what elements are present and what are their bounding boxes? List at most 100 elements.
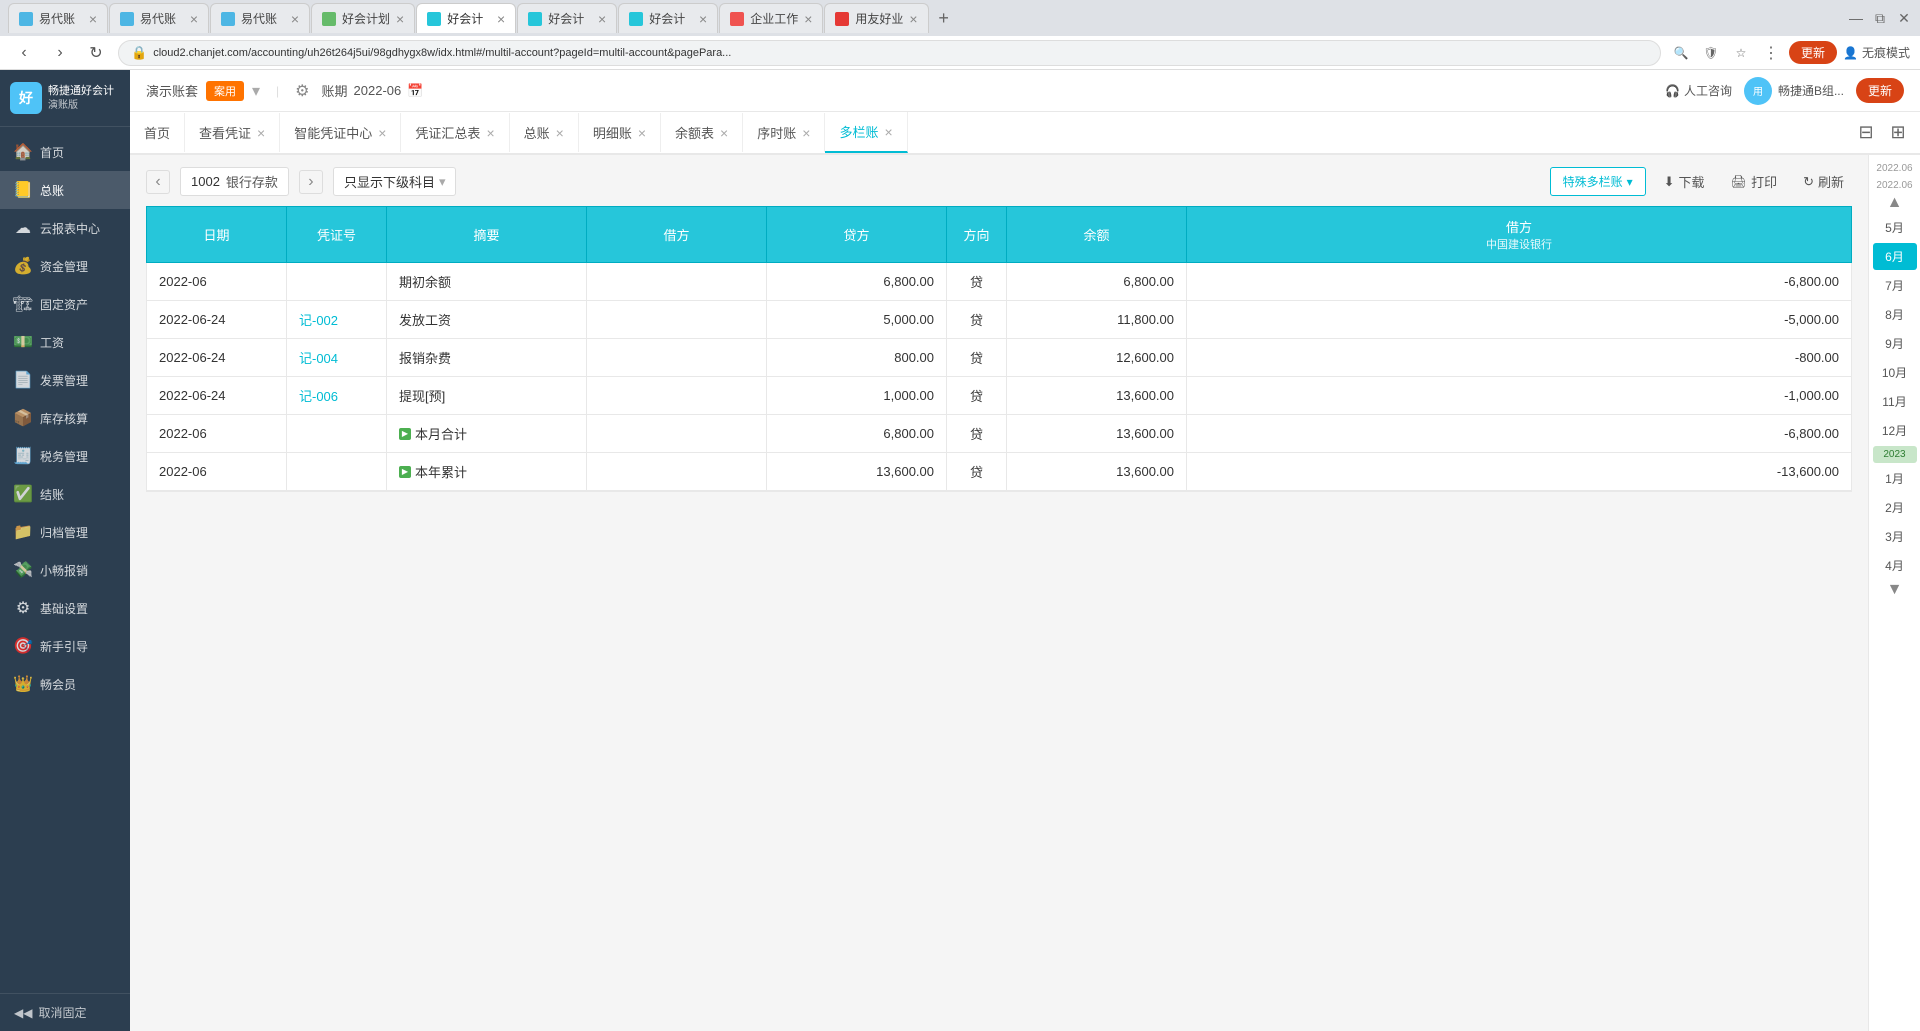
voucher-link-2[interactable]: 记-004	[299, 351, 338, 366]
shield-icon[interactable]: 🛡	[1699, 41, 1723, 65]
tab-haohuiji-6[interactable]: 好会计 ×	[517, 3, 617, 33]
page-tab-multi-col-close[interactable]: ×	[884, 124, 892, 140]
browser-update-button[interactable]: 更新	[1789, 41, 1837, 64]
tab-close-2[interactable]: ×	[190, 11, 198, 27]
month-nav-scroll-up[interactable]: ▲	[1873, 193, 1917, 213]
tab-haohuiji-7[interactable]: 好会计 ×	[618, 3, 718, 33]
sidebar-item-invoice[interactable]: 📄 发票管理	[0, 361, 130, 399]
expand-panel-button[interactable]: ⊞	[1884, 119, 1912, 147]
page-tab-multi-col[interactable]: 多栏账 ×	[825, 112, 907, 153]
sidebar-item-inventory[interactable]: 📦 库存核算	[0, 399, 130, 437]
month-nav-item-8[interactable]: 8月	[1873, 301, 1917, 328]
month-nav-item-10[interactable]: 10月	[1873, 359, 1917, 386]
sidebar-item-funds[interactable]: 💰 资金管理	[0, 247, 130, 285]
page-tab-voucher-summary-close[interactable]: ×	[486, 125, 494, 141]
restore-button[interactable]: ⧉	[1872, 10, 1888, 26]
page-tab-home[interactable]: 首页	[130, 113, 185, 152]
sidebar-item-guide[interactable]: 🎯 新手引导	[0, 627, 130, 665]
month-nav-item-11[interactable]: 11月	[1873, 388, 1917, 415]
page-tab-smart-voucher-close[interactable]: ×	[378, 125, 386, 141]
minimize-button[interactable]: —	[1848, 10, 1864, 26]
tab-haohuiji-5[interactable]: 好会计 ×	[416, 3, 516, 33]
month-nav-item-9[interactable]: 9月	[1873, 330, 1917, 357]
page-tab-general-ledger-close[interactable]: ×	[556, 125, 564, 141]
tab-yidaizhang-1[interactable]: 易代账 ×	[8, 3, 108, 33]
tab-close-4[interactable]: ×	[396, 11, 404, 27]
month-nav-item-5[interactable]: 5月	[1873, 214, 1917, 241]
tab-close-5[interactable]: ×	[497, 11, 505, 27]
tab-yidaizhang-2[interactable]: 易代账 ×	[109, 3, 209, 33]
voucher-link-1[interactable]: 记-002	[299, 313, 338, 328]
dropdown-arrow-icon[interactable]: ▾	[252, 81, 260, 101]
page-tab-smart-voucher[interactable]: 智能凭证中心 ×	[280, 113, 401, 152]
sidebar-item-fixed-assets[interactable]: 🏗 固定资产	[0, 285, 130, 323]
back-button[interactable]: ‹	[10, 39, 38, 67]
refresh-button[interactable]: ↻ 刷新	[1795, 168, 1852, 195]
download-button[interactable]: ⬇ 下载	[1656, 168, 1713, 195]
multi-col-button[interactable]: 特殊多栏账 ▾	[1550, 167, 1646, 196]
url-bar[interactable]: 🔒 cloud2.chanjet.com/accounting/uh26t264…	[118, 40, 1661, 66]
new-tab-button[interactable]: +	[930, 4, 958, 32]
star-icon[interactable]: ☆	[1729, 41, 1753, 65]
tab-yonyou-9[interactable]: 用友好业 ×	[824, 3, 928, 33]
tab-enterprise-8[interactable]: 企业工作 ×	[719, 3, 823, 33]
app-update-button[interactable]: 更新	[1856, 78, 1904, 103]
calendar-icon[interactable]: 📅	[407, 83, 423, 99]
reports-icon: ☁	[14, 219, 32, 237]
page-tab-chronological-close[interactable]: ×	[802, 125, 810, 141]
page-tab-voucher-summary[interactable]: 凭证汇总表 ×	[401, 113, 509, 152]
tab-close-3[interactable]: ×	[291, 11, 299, 27]
tab-close-9[interactable]: ×	[909, 11, 917, 27]
browser-menu-icon[interactable]: ⋮	[1759, 41, 1783, 65]
collapse-panel-button[interactable]: ⊟	[1852, 119, 1880, 147]
tab-close-8[interactable]: ×	[804, 11, 812, 27]
page-tab-voucher[interactable]: 查看凭证 ×	[185, 113, 280, 152]
month-nav-item-2[interactable]: 2月	[1873, 494, 1917, 521]
sidebar-item-reports[interactable]: ☁ 云报表中心	[0, 209, 130, 247]
print-button[interactable]: 🖨 打印	[1723, 168, 1786, 195]
close-window-button[interactable]: ✕	[1896, 10, 1912, 26]
consult-button[interactable]: 🎧 人工咨询	[1665, 82, 1732, 99]
month-nav-item-3[interactable]: 3月	[1873, 523, 1917, 550]
page-tab-chronological[interactable]: 序时账 ×	[743, 113, 825, 152]
reload-button[interactable]: ↻	[82, 39, 110, 67]
page-tab-detail-ledger-close[interactable]: ×	[638, 125, 646, 141]
page-tab-balance[interactable]: 余额表 ×	[661, 113, 743, 152]
prev-account-button[interactable]: ‹	[146, 170, 170, 194]
sidebar-item-home[interactable]: 🏠 首页	[0, 133, 130, 171]
wuphen-mode[interactable]: 👤 无痕模式	[1843, 44, 1910, 61]
month-nav-item-1[interactable]: 1月	[1873, 465, 1917, 492]
tab-close-6[interactable]: ×	[598, 11, 606, 27]
sidebar-item-settings[interactable]: ⚙ 基础设置	[0, 589, 130, 627]
sidebar-item-payroll[interactable]: 💵 工资	[0, 323, 130, 361]
month-nav-item-7[interactable]: 7月	[1873, 272, 1917, 299]
search-icon[interactable]: 🔍	[1669, 41, 1693, 65]
tab-close-7[interactable]: ×	[699, 11, 707, 27]
sidebar-item-tax[interactable]: 🧾 税务管理	[0, 437, 130, 475]
settings-gear-icon[interactable]: ⚙	[295, 81, 309, 101]
tab-haohuiji-4[interactable]: 好会计划 ×	[311, 3, 415, 33]
month-nav-item-6[interactable]: 6月	[1873, 243, 1917, 270]
month-nav-item-12[interactable]: 12月	[1873, 417, 1917, 444]
tab-yidaizhang-3[interactable]: 易代账 ×	[210, 3, 310, 33]
sidebar-item-ledger[interactable]: 📒 总账	[0, 171, 130, 209]
summary-dot-monthly: ▶	[399, 428, 411, 440]
page-tab-voucher-close[interactable]: ×	[257, 125, 265, 141]
filter-dropdown[interactable]: 只显示下级科目 ▾	[333, 167, 457, 196]
page-tab-balance-close[interactable]: ×	[720, 125, 728, 141]
next-account-button[interactable]: ›	[299, 170, 323, 194]
sidebar-item-archive[interactable]: 📁 归档管理	[0, 513, 130, 551]
sidebar-unpin-button[interactable]: ◀◀ 取消固定	[0, 993, 130, 1031]
month-nav-item-4[interactable]: 4月	[1873, 552, 1917, 579]
voucher-link-3[interactable]: 记-006	[299, 389, 338, 404]
horizontal-scrollbar[interactable]	[146, 491, 1852, 503]
page-tab-detail-ledger[interactable]: 明细账 ×	[579, 113, 661, 152]
month-nav-scroll-down[interactable]: ▼	[1873, 580, 1917, 600]
tab-close-1[interactable]: ×	[89, 11, 97, 27]
account-selector[interactable]: 1002 银行存款	[180, 167, 289, 196]
sidebar-item-close-account[interactable]: ✅ 结账	[0, 475, 130, 513]
forward-button[interactable]: ›	[46, 39, 74, 67]
page-tab-general-ledger[interactable]: 总账 ×	[510, 113, 579, 152]
sidebar-item-member[interactable]: 👑 畅会员	[0, 665, 130, 703]
sidebar-item-expense[interactable]: 💸 小畅报销	[0, 551, 130, 589]
